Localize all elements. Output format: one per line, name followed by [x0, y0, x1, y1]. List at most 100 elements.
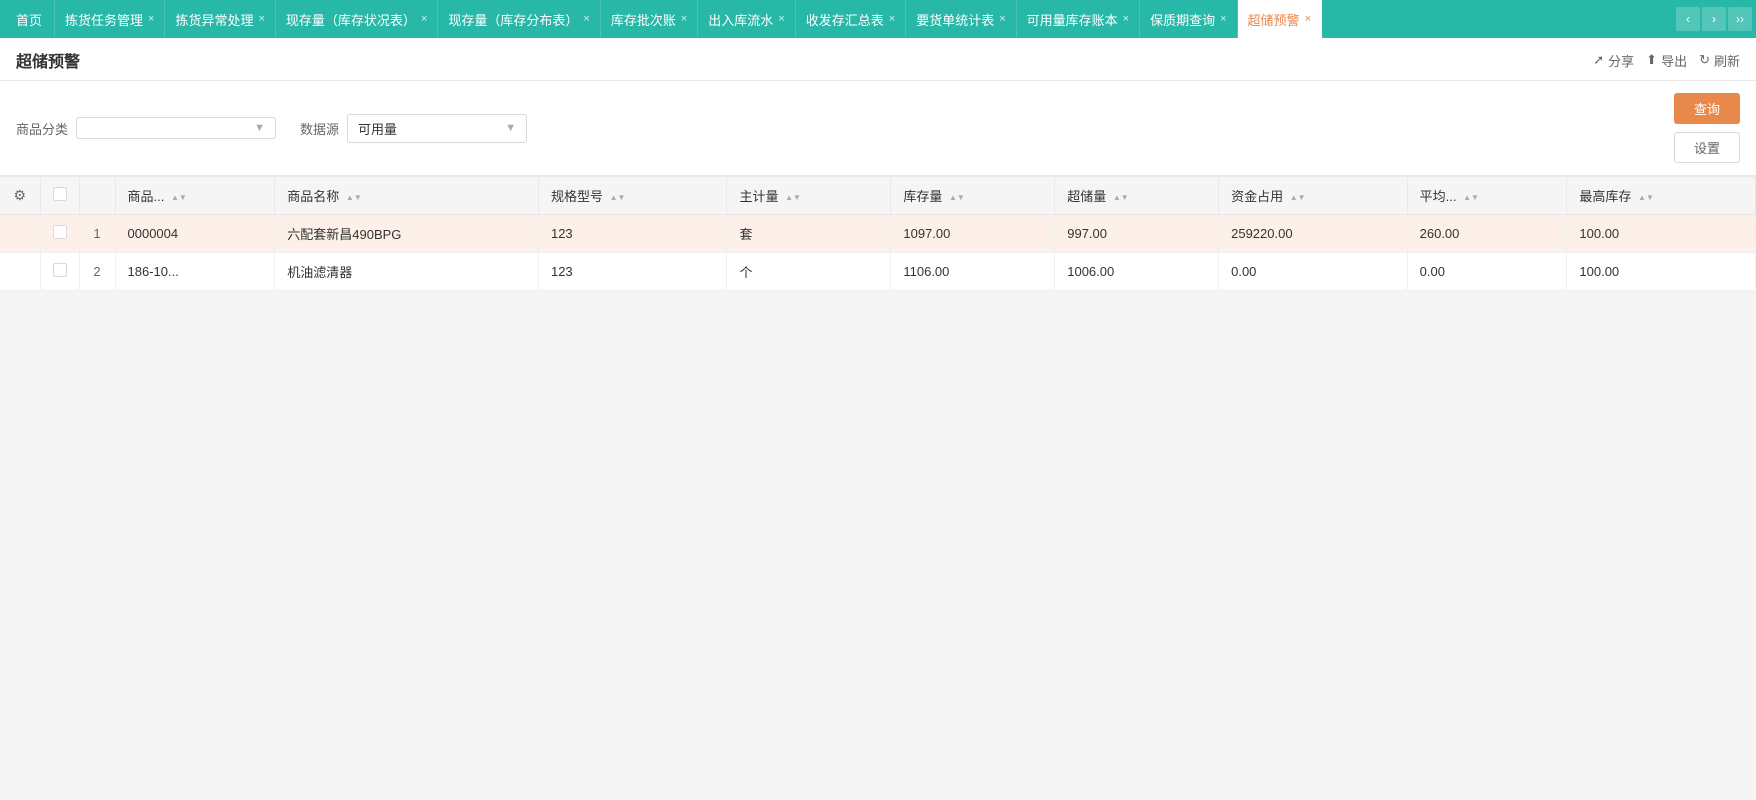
- table-body: 1 0000004 六配套新昌490BPG 123 套 1097.00 997.…: [0, 215, 1756, 291]
- tab-baozhi[interactable]: 保质期查询 ×: [1140, 0, 1237, 38]
- th-index: [79, 177, 115, 215]
- td-capital: 259220.00: [1219, 215, 1408, 253]
- tab-churuku[interactable]: 出入库流水 ×: [698, 0, 795, 38]
- tab-label: 拣货异常处理: [175, 10, 253, 29]
- filter-action-buttons: 查询 设置: [1674, 93, 1740, 163]
- close-icon[interactable]: ×: [583, 13, 589, 25]
- nav-buttons: ‹ › ››: [1676, 7, 1752, 31]
- td-checkbox: [40, 215, 79, 253]
- th-max-stock-label: 最高库存: [1579, 189, 1631, 204]
- sort-icon: ▲▼: [785, 194, 801, 202]
- commodity-select[interactable]: ▼: [76, 117, 276, 139]
- tab-xiancunliang-status[interactable]: 现存量（库存状况表） ×: [276, 0, 438, 38]
- close-icon[interactable]: ×: [421, 13, 427, 25]
- close-icon[interactable]: ×: [1220, 13, 1226, 25]
- close-icon[interactable]: ×: [999, 13, 1005, 25]
- tab-xiancunliang-dist[interactable]: 现存量（库存分布表） ×: [438, 0, 600, 38]
- tab-label: 出入库流水: [708, 10, 773, 29]
- th-spec[interactable]: 规格型号 ▲▼: [538, 177, 727, 215]
- datasource-select-value: 可用量: [358, 119, 501, 138]
- sort-icon: ▲▼: [1463, 194, 1479, 202]
- settings-gear-icon[interactable]: ⚙: [13, 187, 26, 203]
- export-button[interactable]: ⬆ 导出: [1646, 51, 1687, 70]
- tab-chaochuyujing[interactable]: 超储预警 ×: [1238, 0, 1322, 38]
- th-overstock[interactable]: 超储量 ▲▼: [1055, 177, 1219, 215]
- th-name[interactable]: 商品名称 ▲▼: [275, 177, 539, 215]
- page-title: 超储预警: [16, 48, 80, 72]
- sort-icon: ▲▼: [346, 194, 362, 202]
- td-avg: 260.00: [1407, 215, 1567, 253]
- th-avg-label: 平均...: [1420, 189, 1457, 204]
- query-button[interactable]: 查询: [1674, 93, 1740, 124]
- close-icon[interactable]: ×: [1123, 13, 1129, 25]
- nav-expand-button[interactable]: ››: [1728, 7, 1752, 31]
- nav-prev-button[interactable]: ‹: [1676, 7, 1700, 31]
- td-max-stock: 100.00: [1567, 253, 1756, 291]
- data-table-container: ⚙ 商品... ▲▼ 商品名称 ▲▼ 规格型号 ▲▼: [0, 176, 1756, 291]
- sort-icon: ▲▼: [1113, 194, 1129, 202]
- th-unit[interactable]: 主计量 ▲▼: [727, 177, 891, 215]
- tab-label: 可用量库存账本: [1027, 10, 1118, 29]
- th-avg[interactable]: 平均... ▲▼: [1407, 177, 1567, 215]
- tab-label: 现存量（库存状况表）: [286, 10, 416, 29]
- td-max-stock: 100.00: [1567, 215, 1756, 253]
- th-capital[interactable]: 资金占用 ▲▼: [1219, 177, 1408, 215]
- export-label: 导出: [1661, 51, 1687, 70]
- close-icon[interactable]: ×: [1305, 13, 1311, 25]
- th-spec-label: 规格型号: [551, 189, 603, 204]
- tab-jianhuorenwu[interactable]: 拣货任务管理 ×: [55, 0, 165, 38]
- table-row: 2 186-10... 机油滤清器 123 个 1106.00 1006.00 …: [0, 253, 1756, 291]
- refresh-button[interactable]: ↻ 刷新: [1699, 51, 1740, 70]
- tab-jianhuoyichang[interactable]: 拣货异常处理 ×: [165, 0, 275, 38]
- td-code: 186-10...: [115, 253, 275, 291]
- th-stock[interactable]: 库存量 ▲▼: [891, 177, 1055, 215]
- refresh-label: 刷新: [1714, 51, 1740, 70]
- close-icon[interactable]: ×: [778, 13, 784, 25]
- chevron-down-icon: ▼: [254, 122, 265, 134]
- data-table: ⚙ 商品... ▲▼ 商品名称 ▲▼ 规格型号 ▲▼: [0, 176, 1756, 291]
- tab-yaohuo[interactable]: 要货单统计表 ×: [906, 0, 1016, 38]
- td-capital: 0.00: [1219, 253, 1408, 291]
- td-overstock: 997.00: [1055, 215, 1219, 253]
- sort-icon: ▲▼: [1638, 194, 1654, 202]
- filter-commodity: 商品分类 ▼: [16, 117, 276, 139]
- share-button[interactable]: ➚ 分享: [1593, 51, 1634, 70]
- tab-shoufacun[interactable]: 收发存汇总表 ×: [796, 0, 906, 38]
- close-icon[interactable]: ×: [258, 13, 264, 25]
- close-icon[interactable]: ×: [148, 13, 154, 25]
- nav-next-button[interactable]: ›: [1702, 7, 1726, 31]
- tab-label: 要货单统计表: [916, 10, 994, 29]
- th-name-label: 商品名称: [287, 189, 339, 204]
- row-checkbox[interactable]: [53, 263, 67, 277]
- tab-kucun-pici[interactable]: 库存批次账 ×: [601, 0, 698, 38]
- th-code[interactable]: 商品... ▲▼: [115, 177, 275, 215]
- td-avg: 0.00: [1407, 253, 1567, 291]
- td-stock: 1097.00: [891, 215, 1055, 253]
- tab-label: 现存量（库存分布表）: [448, 10, 578, 29]
- select-all-checkbox[interactable]: [53, 187, 67, 201]
- sort-icon: ▲▼: [1290, 194, 1306, 202]
- close-icon[interactable]: ×: [889, 13, 895, 25]
- datasource-select[interactable]: 可用量 ▼: [347, 114, 527, 143]
- th-unit-label: 主计量: [739, 189, 778, 204]
- td-name: 机油滤清器: [275, 253, 539, 291]
- tab-keyongliang[interactable]: 可用量库存账本 ×: [1017, 0, 1140, 38]
- filter-commodity-label: 商品分类: [16, 119, 68, 138]
- td-unit: 个: [727, 253, 891, 291]
- filter-datasource-label: 数据源: [300, 119, 339, 138]
- close-icon[interactable]: ×: [681, 13, 687, 25]
- tab-label: 拣货任务管理: [65, 10, 143, 29]
- row-checkbox[interactable]: [53, 225, 67, 239]
- th-checkbox: [40, 177, 79, 215]
- td-stock: 1106.00: [891, 253, 1055, 291]
- td-code: 0000004: [115, 215, 275, 253]
- th-max-stock[interactable]: 最高库存 ▲▼: [1567, 177, 1756, 215]
- td-spec: 123: [538, 215, 727, 253]
- td-settings: [0, 215, 40, 253]
- sort-icon: ▲▼: [610, 194, 626, 202]
- th-overstock-label: 超储量: [1067, 189, 1106, 204]
- td-index: 1: [79, 215, 115, 253]
- td-name: 六配套新昌490BPG: [275, 215, 539, 253]
- settings-button[interactable]: 设置: [1674, 132, 1740, 163]
- tab-home[interactable]: 首页: [4, 0, 55, 38]
